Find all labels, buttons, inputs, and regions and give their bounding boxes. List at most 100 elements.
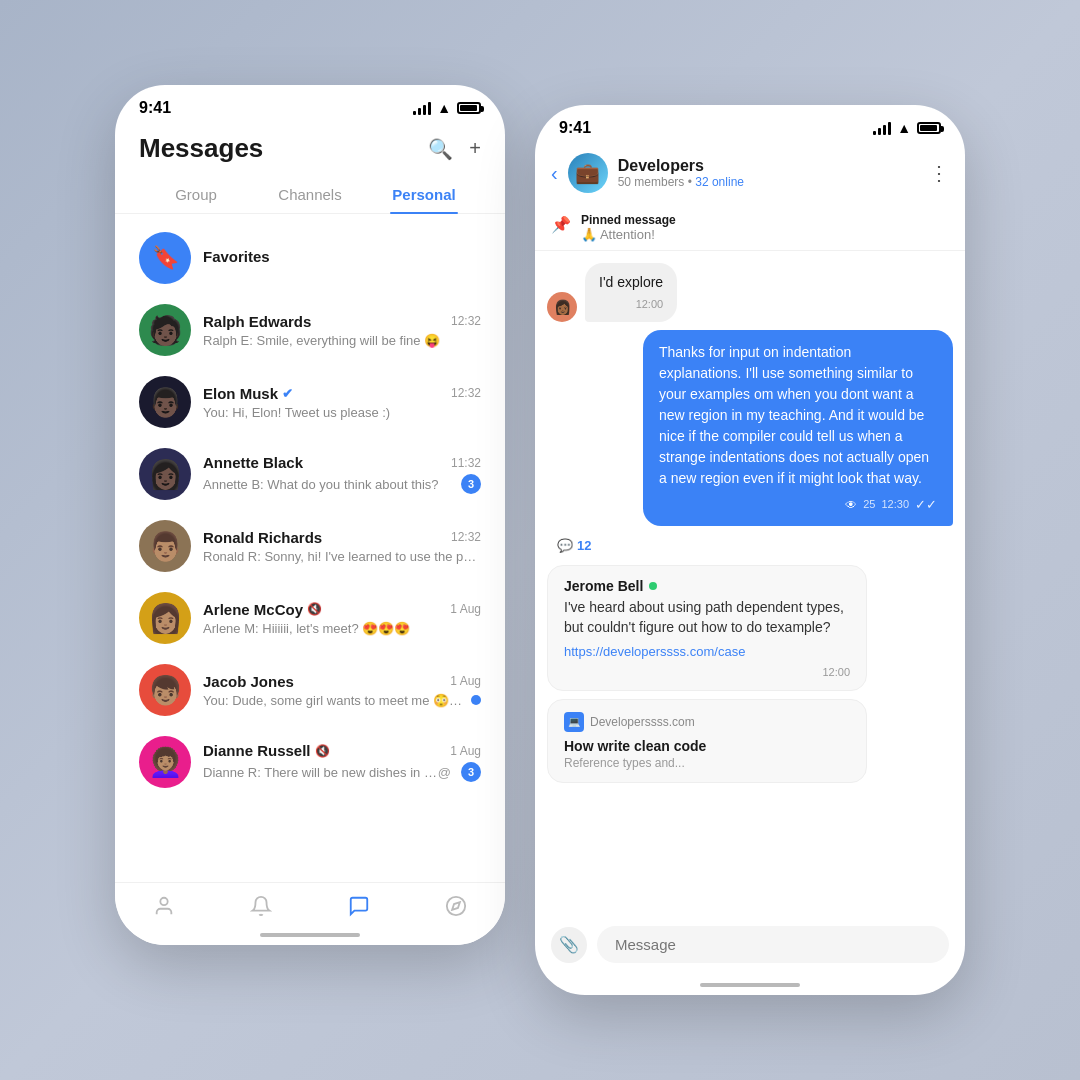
pinned-message[interactable]: 📌 Pinned message 🙏 Attention! <box>535 205 965 251</box>
checkmark-2: ✓✓ <box>915 495 937 515</box>
jerome-time: 12:00 <box>564 666 850 678</box>
contacts-icon <box>153 895 175 917</box>
avatar-annette: 👩🏿 <box>139 448 191 500</box>
status-bar-right: 9:41 ▲ <box>535 105 965 145</box>
msg-bubble-2: Thanks for input on indentation explanat… <box>643 330 953 527</box>
list-item-elon[interactable]: 👨🏿 Elon Musk ✔ 12:32 You: Hi, Elon! Twee… <box>131 366 489 438</box>
attach-icon: 📎 <box>559 935 579 954</box>
explore-icon <box>445 895 467 917</box>
msg-time-1: 12:00 <box>599 297 663 312</box>
pin-icon: 📌 <box>551 215 571 234</box>
add-button[interactable]: + <box>469 137 481 160</box>
muted-icon-dianne: 🔇 <box>315 744 330 758</box>
tab-group[interactable]: Group <box>139 176 253 213</box>
msg-time-2: 12:30 <box>881 496 909 513</box>
jerome-link[interactable]: https://developerssss.com/case <box>564 644 745 659</box>
msg-avatar-1: 👩🏾 <box>547 292 577 322</box>
home-indicator-right <box>700 983 800 987</box>
right-phone: 9:41 ▲ ‹ 💼 <box>535 105 965 995</box>
chat-header: ‹ 💼 Developers 50 members • 32 online ⋮ <box>535 145 965 205</box>
message-input[interactable] <box>597 926 949 963</box>
message-4: Jerome Bell I've heard about using path … <box>547 565 867 690</box>
left-phone: 9:41 ▲ Messages 🔍 + <box>115 85 505 945</box>
chat-list: 🔖 Favorites 🧑🏿 Ralph Edwards 12:32 Ra <box>115 222 505 798</box>
site-name: Developerssss.com <box>590 715 695 729</box>
time-left: 9:41 <box>139 99 171 117</box>
chat-name-arlene: Arlene McCoy 🔇 <box>203 601 322 618</box>
chat-time-elon: 12:32 <box>451 386 481 400</box>
group-sub: 50 members • 32 online <box>618 175 919 189</box>
pinned-text: 🙏 Attention! <box>581 227 676 242</box>
chat-preview-dianne: Dianne R: There will be new dishes in th… <box>203 765 438 780</box>
link-preview-sub: Reference types and... <box>564 756 850 770</box>
signal-icon-right <box>873 121 891 135</box>
time-right: 9:41 <box>559 119 591 137</box>
more-button[interactable]: ⋮ <box>929 161 949 185</box>
list-item-arlene[interactable]: 👩🏽 Arlene McCoy 🔇 1 Aug Arlene M: Hiiiii… <box>131 582 489 654</box>
tabs: Group Channels Personal <box>115 176 505 214</box>
battery-icon <box>457 102 481 114</box>
messages-icon <box>348 895 370 917</box>
chat-time-dianne: 1 Aug <box>450 744 481 758</box>
chat-name-jacob: Jacob Jones <box>203 673 294 690</box>
chat-body: ‹ 💼 Developers 50 members • 32 online ⋮ … <box>535 145 965 979</box>
list-item-favorites[interactable]: 🔖 Favorites <box>131 222 489 294</box>
nav-explore[interactable] <box>408 895 506 917</box>
status-bar-left: 9:41 ▲ <box>115 85 505 125</box>
list-item-annette[interactable]: 👩🏿 Annette Black 11:32 Annette B: What d… <box>131 438 489 510</box>
list-item-ronald[interactable]: 👨🏽 Ronald Richards 12:32 Ronald R: Sonny… <box>131 510 489 582</box>
chat-name-dianne: Dianne Russell 🔇 <box>203 742 330 759</box>
chat-preview-arlene: Arlene M: Hiiiiii, let's meet? 😍😍😍 <box>203 621 481 636</box>
chat-name-favorites: Favorites <box>203 248 270 265</box>
jerome-text: I've heard about using path dependent ty… <box>564 598 850 637</box>
group-avatar: 💼 <box>568 153 608 193</box>
wifi-icon-right: ▲ <box>897 120 911 136</box>
search-button[interactable]: 🔍 <box>428 137 453 161</box>
nav-notifications[interactable] <box>213 895 311 917</box>
mention-icon-dianne: @ <box>438 765 451 780</box>
unread-badge-annette: 3 <box>461 474 481 494</box>
chat-time-annette: 11:32 <box>451 456 481 470</box>
back-button[interactable]: ‹ <box>551 162 558 185</box>
status-icons-right: ▲ <box>873 120 941 136</box>
tab-channels[interactable]: Channels <box>253 176 367 213</box>
chat-preview-elon: You: Hi, Elon! Tweet us please :) <box>203 405 481 420</box>
avatar-dianne: 👩🏽‍🦱 <box>139 736 191 788</box>
online-count: 32 online <box>695 175 744 189</box>
list-item-ralph[interactable]: 🧑🏿 Ralph Edwards 12:32 Ralph E: Smile, e… <box>131 294 489 366</box>
chat-name-ronald: Ronald Richards <box>203 529 322 546</box>
avatar-arlene: 👩🏽 <box>139 592 191 644</box>
message-2: Thanks for input on indentation explanat… <box>547 330 953 527</box>
link-preview[interactable]: 💻 Developerssss.com How write clean code… <box>547 699 867 783</box>
notifications-icon <box>250 895 272 917</box>
chat-name-annette: Annette Black <box>203 454 303 471</box>
wifi-icon: ▲ <box>437 100 451 116</box>
svg-point-1 <box>447 897 465 915</box>
chat-preview-jacob: You: Dude, some girl wants to meet me 😳.… <box>203 693 465 708</box>
msg-views-2: 25 <box>863 496 875 513</box>
muted-icon-arlene: 🔇 <box>307 602 322 616</box>
attach-button[interactable]: 📎 <box>551 927 587 963</box>
avatar-favorites: 🔖 <box>139 232 191 284</box>
message-input-area: 📎 <box>535 916 965 979</box>
msg-bubble-1: I'd explore 12:00 <box>585 263 677 322</box>
header-actions: 🔍 + <box>428 137 481 161</box>
nav-messages[interactable] <box>310 895 408 917</box>
chat-preview-annette: Annette B: What do you think about this? <box>203 477 455 492</box>
chat-time-ralph: 12:32 <box>451 314 481 328</box>
site-icon: 💻 <box>564 712 584 732</box>
chat-header-info: Developers 50 members • 32 online <box>618 157 919 189</box>
group-name: Developers <box>618 157 919 175</box>
chat-time-ronald: 12:32 <box>451 530 481 544</box>
status-icons-left: ▲ <box>413 100 481 116</box>
chat-time-arlene: 1 Aug <box>450 602 481 616</box>
tab-personal[interactable]: Personal <box>367 176 481 213</box>
messages-header: Messages 🔍 + <box>115 125 505 176</box>
home-indicator <box>260 933 360 937</box>
signal-icon <box>413 101 431 115</box>
list-item-dianne[interactable]: 👩🏽‍🦱 Dianne Russell 🔇 1 Aug Dianne R: Th… <box>131 726 489 798</box>
reply-count[interactable]: 💬 12 <box>547 534 953 557</box>
svg-point-0 <box>160 898 167 905</box>
list-item-jacob[interactable]: 👦🏽 Jacob Jones 1 Aug You: Dude, some gir… <box>131 654 489 726</box>
nav-contacts[interactable] <box>115 895 213 917</box>
